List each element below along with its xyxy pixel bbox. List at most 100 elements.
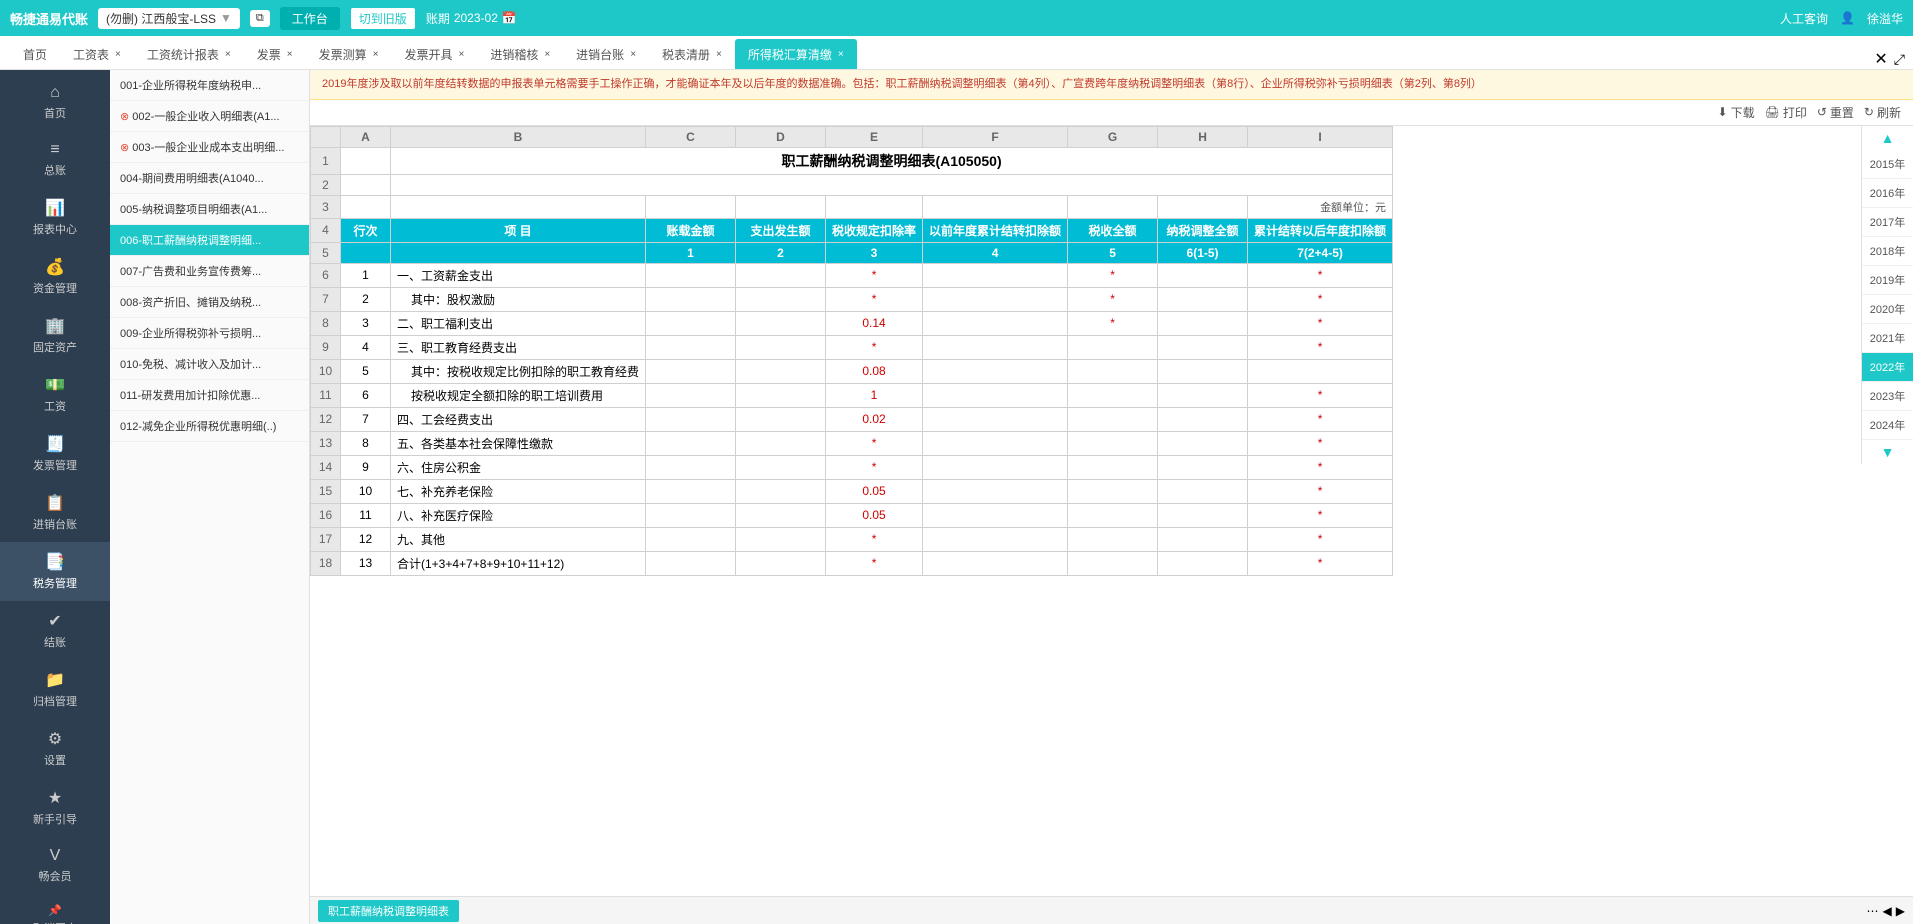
sidebar-label-tax: 税务管理 — [33, 575, 77, 591]
sidebar-label-home: 首页 — [44, 105, 66, 121]
tab-close-payroll[interactable]: × — [115, 49, 121, 60]
left-item-005[interactable]: 005-纳税调整项目明细表(A1... — [110, 194, 309, 225]
download-button[interactable]: ⬇ 下载 — [1718, 104, 1755, 121]
print-button[interactable]: 🖨 打印 — [1765, 104, 1807, 121]
sidebar-bottom: 📌 取消固定 — [0, 894, 110, 924]
sidebar-item-tax-mgmt[interactable]: 📑 税务管理 — [0, 542, 110, 601]
tab-income-tax[interactable]: 所得税汇算清缴 × — [735, 39, 857, 69]
calendar-icon[interactable]: 📅 — [502, 11, 517, 25]
year-2016[interactable]: 2016年 — [1862, 179, 1913, 208]
year-2018[interactable]: 2018年 — [1862, 237, 1913, 266]
left-item-004[interactable]: 004-期间费用明细表(A1040... — [110, 163, 309, 194]
user-name[interactable]: 徐溢华 — [1867, 10, 1903, 27]
tab-close-invoice[interactable]: × — [287, 49, 293, 60]
reset-button[interactable]: ↺ 重置 — [1817, 104, 1854, 121]
sidebar-label-report: 报表中心 — [33, 221, 77, 237]
sidebar-item-inout-ledger[interactable]: 📋 进销台账 — [0, 483, 110, 542]
year-2015[interactable]: 2015年 — [1862, 150, 1913, 179]
copy-icon[interactable]: ⧉ — [250, 10, 270, 27]
period-value: 2023-02 — [454, 11, 498, 25]
left-item-003[interactable]: ⊗003-一般企业业成本支出明细... — [110, 132, 309, 163]
year-2021[interactable]: 2021年 — [1862, 324, 1913, 353]
tab-close-invoice-open[interactable]: × — [458, 49, 464, 60]
tab-home[interactable]: 首页 — [10, 39, 60, 69]
sidebar-item-home[interactable]: ⌂ 首页 — [0, 74, 110, 131]
refresh-button[interactable]: ↻ 刷新 — [1864, 104, 1901, 121]
table-row: 7 2 其中：股权激励 * * * — [311, 287, 1393, 311]
year-2022[interactable]: 2022年 — [1862, 353, 1913, 382]
year-2023[interactable]: 2023年 — [1862, 382, 1913, 411]
app-logo: 畅捷通易代账 — [10, 9, 88, 28]
tab-invoice-open[interactable]: 发票开具 × — [391, 39, 477, 69]
tab-payroll[interactable]: 工资表 × — [60, 39, 134, 69]
left-item-010[interactable]: 010-免税、减计收入及加计... — [110, 349, 309, 380]
year-2017[interactable]: 2017年 — [1862, 208, 1913, 237]
sheet-tab[interactable]: 职工薪酬纳税调整明细表 — [318, 900, 459, 922]
report-icon: 📊 — [45, 198, 65, 218]
scroll-right-icon[interactable]: ▶ — [1896, 904, 1905, 918]
tab-close-payroll-stat[interactable]: × — [225, 49, 231, 60]
col-header-D: D — [736, 126, 826, 147]
archive-icon: 📁 — [45, 670, 65, 690]
left-item-006[interactable]: 006-职工薪酬纳税调整明细... — [110, 225, 309, 256]
scroll-dots-icon: ⋯ — [1867, 904, 1879, 918]
sidebar-item-asset-mgmt[interactable]: 💰 资金管理 — [0, 247, 110, 306]
help-button[interactable]: 人工客询 — [1780, 10, 1828, 27]
table-row: 18 13 合计(1+3+4+7+8+9+10+11+12) * — [311, 551, 1393, 575]
tab-invoice[interactable]: 发票 × — [244, 39, 306, 69]
year-nav-up[interactable]: ▲ — [1877, 126, 1899, 150]
left-item-011[interactable]: 011-研发费用加计扣除优惠... — [110, 380, 309, 411]
left-item-001[interactable]: 001-企业所得税年度纳税申... — [110, 70, 309, 101]
scroll-left-icon[interactable]: ◀ — [1883, 904, 1892, 918]
sidebar-item-invoice-mgmt[interactable]: 🧾 发票管理 — [0, 424, 110, 483]
left-item-012[interactable]: 012-减免企业所得税优惠明细(..) — [110, 411, 309, 442]
tab-payroll-stat[interactable]: 工资统计报表 × — [134, 39, 244, 69]
sidebar-item-archive[interactable]: 📁 归档管理 — [0, 660, 110, 719]
sidebar-item-wizard[interactable]: ★ 新手引导 — [0, 778, 110, 837]
sidebar-item-vip[interactable]: V 畅会员 — [0, 837, 110, 894]
tab-close-tax-clear[interactable]: × — [716, 49, 722, 60]
col-c-header: 账载金额 — [646, 218, 736, 242]
sidebar: ⌂ 首页 ≡ 总账 📊 报表中心 💰 资金管理 🏢 固定资产 💵 工资 🧾 发票… — [0, 70, 110, 924]
left-item-007[interactable]: 007-广告费和业务宣传费筹... — [110, 256, 309, 287]
tab-maximize-icon[interactable]: ⤢ — [1894, 51, 1905, 68]
unpin-button[interactable]: 📌 取消固定 — [0, 894, 110, 924]
year-2019[interactable]: 2019年 — [1862, 266, 1913, 295]
switch-version-button[interactable]: 切到旧版 — [350, 7, 416, 30]
left-item-008[interactable]: 008-资产折旧、摊销及纳税... — [110, 287, 309, 318]
sidebar-item-payroll[interactable]: 💵 工资 — [0, 365, 110, 424]
tab-close-inout-check[interactable]: × — [544, 49, 550, 60]
left-item-002[interactable]: ⊗002-一般企业收入明细表(A1... — [110, 101, 309, 132]
tab-close-all-icon[interactable]: ✕ — [1874, 49, 1887, 69]
tab-inout-check[interactable]: 进销稽核 × — [477, 39, 563, 69]
sidebar-label-invoice: 发票管理 — [33, 457, 77, 473]
bottom-scroll: ⋯ ◀ ▶ — [1867, 904, 1905, 918]
sidebar-item-report[interactable]: 📊 报表中心 — [0, 188, 110, 247]
print-icon: 🖨 — [1765, 105, 1780, 119]
year-2024[interactable]: 2024年 — [1862, 411, 1913, 440]
sidebar-item-closing[interactable]: ✔ 结账 — [0, 601, 110, 660]
fixed-asset-icon: 🏢 — [45, 316, 65, 336]
toolbar: ⬇ 下载 🖨 打印 ↺ 重置 ↻ 刷新 — [310, 100, 1913, 126]
tab-close-income-tax[interactable]: × — [838, 49, 844, 60]
tab-invoice-calc[interactable]: 发票测算 × — [306, 39, 392, 69]
year-2020[interactable]: 2020年 — [1862, 295, 1913, 324]
workspace-button[interactable]: 工作台 — [280, 7, 340, 30]
tab-close-inout-ledger[interactable]: × — [630, 49, 636, 60]
tab-tax-clear[interactable]: 税表清册 × — [649, 39, 735, 69]
year-nav-down[interactable]: ▼ — [1877, 440, 1899, 464]
sidebar-label-asset: 资金管理 — [33, 280, 77, 296]
left-item-009[interactable]: 009-企业所得税弥补亏损明... — [110, 318, 309, 349]
company-dropdown-icon[interactable]: ▼ — [220, 11, 232, 25]
table-row: 10 5 其中：按税收规定比例扣除的职工教育经费 0.08 — [311, 359, 1393, 383]
sidebar-item-general-ledger[interactable]: ≡ 总账 — [0, 131, 110, 188]
table-row: 14 9 六、住房公积金 * * — [311, 455, 1393, 479]
sidebar-label-general-ledger: 总账 — [44, 162, 66, 178]
tab-close-invoice-calc[interactable]: × — [373, 49, 379, 60]
sheet-area: A B C D E F G H I — [310, 126, 1913, 897]
tab-inout-ledger[interactable]: 进销台账 × — [563, 39, 649, 69]
table-row: 15 10 七、补充养老保险 0.05 * — [311, 479, 1393, 503]
sidebar-item-settings[interactable]: ⚙ 设置 — [0, 719, 110, 778]
sidebar-item-fixed-assets[interactable]: 🏢 固定资产 — [0, 306, 110, 365]
company-selector[interactable]: (勿删) 江西般宝-LSS ▼ — [98, 8, 240, 29]
